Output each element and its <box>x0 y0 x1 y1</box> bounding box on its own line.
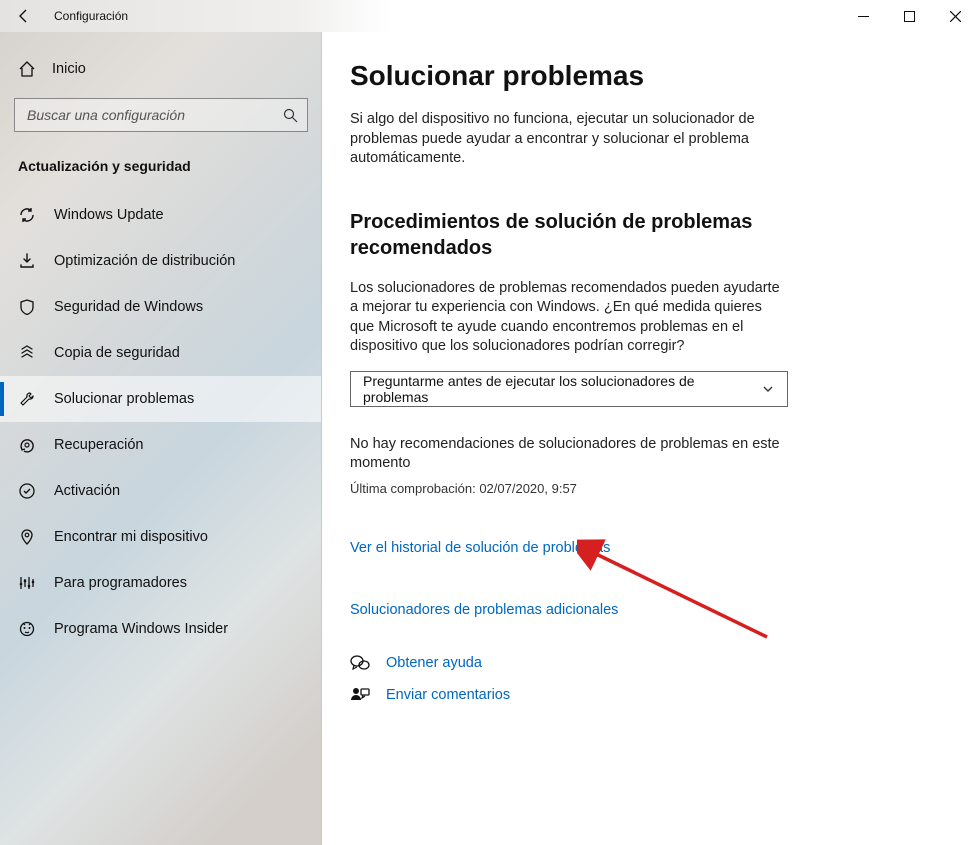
maximize-icon <box>904 11 915 22</box>
title-bar: Configuración <box>0 0 978 32</box>
sidebar-item-label: Activación <box>54 483 120 499</box>
section-heading: Procedimientos de solución de problemas … <box>350 209 770 261</box>
sidebar-item-find-my-device[interactable]: Encontrar mi dispositivo <box>0 514 322 560</box>
sidebar-item-recovery[interactable]: Recuperación <box>0 422 322 468</box>
download-icon <box>18 252 36 270</box>
sidebar-item-label: Optimización de distribución <box>54 253 235 269</box>
wrench-icon <box>18 390 36 408</box>
search-field[interactable] <box>27 107 281 123</box>
sidebar-item-label: Programa Windows Insider <box>54 621 228 637</box>
send-feedback-link[interactable]: Enviar comentarios <box>386 687 510 703</box>
location-icon <box>18 528 36 546</box>
sidebar-item-label: Seguridad de Windows <box>54 299 203 315</box>
help-icon <box>350 654 370 672</box>
feedback-icon <box>350 686 370 704</box>
close-icon <box>950 11 961 22</box>
sidebar-item-label: Encontrar mi dispositivo <box>54 529 208 545</box>
page-title: Solucionar problemas <box>350 60 938 92</box>
developers-icon <box>18 574 36 592</box>
dropdown-value: Preguntarme antes de ejecutar los soluci… <box>363 373 761 405</box>
recovery-icon <box>18 436 36 454</box>
insider-icon <box>18 620 36 638</box>
additional-troubleshooters-link[interactable]: Solucionadores de problemas adicionales <box>350 602 938 618</box>
last-check-text: Última comprobación: 02/07/2020, 9:57 <box>350 481 938 496</box>
sidebar-item-for-developers[interactable]: Para programadores <box>0 560 322 606</box>
arrow-left-icon <box>16 8 32 24</box>
sidebar: Inicio Actualización y seguridad Windows… <box>0 32 322 845</box>
section-header: Actualización y seguridad <box>0 132 322 192</box>
shield-icon <box>18 298 36 316</box>
minimize-button[interactable] <box>840 0 886 32</box>
search-icon <box>281 108 299 123</box>
check-circle-icon <box>18 482 36 500</box>
sidebar-item-label: Para programadores <box>54 575 187 591</box>
section-description: Los solucionadores de problemas recomend… <box>350 279 780 357</box>
chevron-down-icon <box>761 382 775 396</box>
history-link[interactable]: Ver el historial de solución de problema… <box>350 540 938 556</box>
backup-icon <box>18 344 36 362</box>
sidebar-item-label: Solucionar problemas <box>54 391 194 407</box>
sidebar-item-windows-security[interactable]: Seguridad de Windows <box>0 284 322 330</box>
troubleshoot-preference-dropdown[interactable]: Preguntarme antes de ejecutar los soluci… <box>350 371 788 407</box>
maximize-button[interactable] <box>886 0 932 32</box>
sidebar-item-insider[interactable]: Programa Windows Insider <box>0 606 322 652</box>
search-input[interactable] <box>14 98 308 132</box>
sidebar-item-delivery-optimization[interactable]: Optimización de distribución <box>0 238 322 284</box>
sidebar-item-windows-update[interactable]: Windows Update <box>0 192 322 238</box>
home-button[interactable]: Inicio <box>0 52 322 88</box>
no-recommendations-text: No hay recomendaciones de solucionadores… <box>350 435 780 473</box>
minimize-icon <box>858 11 869 22</box>
back-button[interactable] <box>0 0 48 32</box>
sidebar-item-backup[interactable]: Copia de seguridad <box>0 330 322 376</box>
sidebar-item-label: Recuperación <box>54 437 143 453</box>
home-icon <box>18 60 36 78</box>
sidebar-item-label: Windows Update <box>54 207 164 223</box>
close-button[interactable] <box>932 0 978 32</box>
sidebar-item-troubleshoot[interactable]: Solucionar problemas <box>0 376 322 422</box>
main-content: Solucionar problemas Si algo del disposi… <box>322 32 978 845</box>
intro-text: Si algo del dispositivo no funciona, eje… <box>350 110 770 169</box>
home-label: Inicio <box>52 61 86 77</box>
get-help-link[interactable]: Obtener ayuda <box>386 655 482 671</box>
sidebar-item-label: Copia de seguridad <box>54 345 180 361</box>
sidebar-item-activation[interactable]: Activación <box>0 468 322 514</box>
window-title: Configuración <box>54 9 128 23</box>
sync-icon <box>18 206 36 224</box>
